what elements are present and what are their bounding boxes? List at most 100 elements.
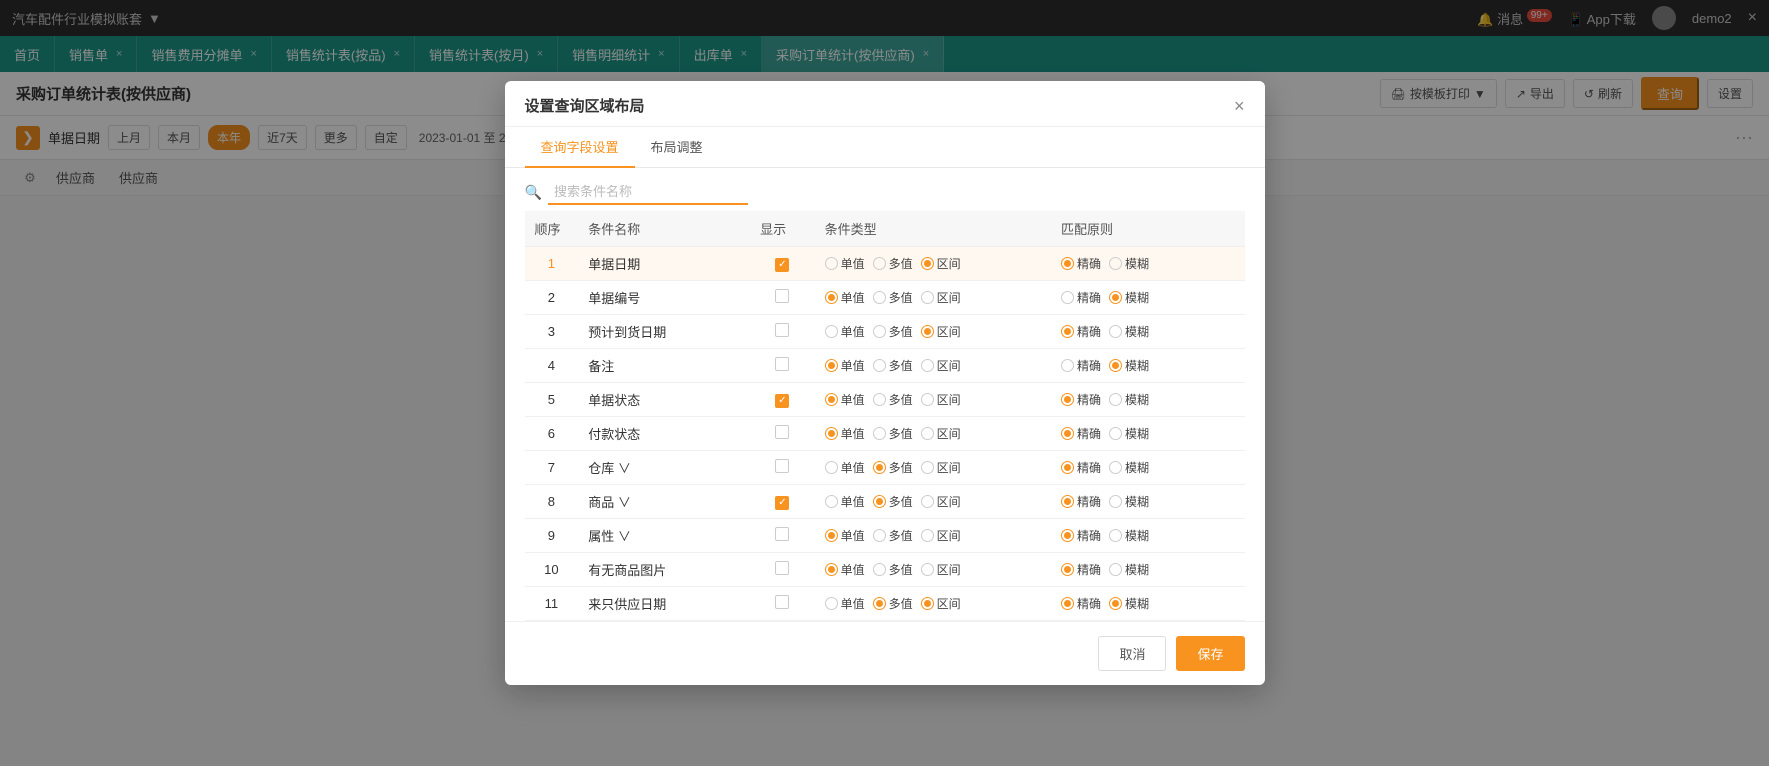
type-radio-range[interactable]: 区间 [921, 323, 961, 340]
modal-overlay[interactable]: 设置查询区域布局 × 查询字段设置 布局调整 🔍 顺序 条件名称 [0, 0, 1769, 766]
display-checkbox[interactable] [775, 425, 789, 439]
row-display-checkbox[interactable] [750, 281, 814, 315]
type-radio-range[interactable]: 区间 [921, 255, 961, 272]
row-order: 9 [525, 519, 579, 553]
search-conditions-input[interactable] [548, 180, 748, 205]
type-radio-multi[interactable]: 多值 [873, 561, 913, 578]
match-radio-exact[interactable]: 精确 [1061, 561, 1101, 578]
type-radio-multi[interactable]: 多值 [873, 493, 913, 510]
display-checkbox[interactable] [775, 459, 789, 473]
match-radio-circle-fuzzy [1109, 325, 1122, 338]
type-radio-single[interactable]: 单值 [825, 323, 865, 340]
type-radio-multi[interactable]: 多值 [873, 459, 913, 476]
type-radio-multi[interactable]: 多值 [873, 527, 913, 544]
match-radio-fuzzy[interactable]: 模糊 [1109, 255, 1149, 272]
display-checkbox[interactable]: ✓ [775, 496, 789, 510]
match-radio-fuzzy[interactable]: 模糊 [1109, 425, 1149, 442]
type-radio-multi[interactable]: 多值 [873, 323, 913, 340]
type-radio-circle-multi [873, 393, 886, 406]
display-checkbox[interactable] [775, 357, 789, 371]
row-display-checkbox[interactable] [750, 417, 814, 451]
match-radio-fuzzy[interactable]: 模糊 [1109, 289, 1149, 306]
cancel-button[interactable]: 取消 [1098, 636, 1166, 671]
type-radio-circle-multi [873, 563, 886, 576]
type-radio-range[interactable]: 区间 [921, 527, 961, 544]
type-radio-single[interactable]: 单值 [825, 289, 865, 306]
row-order: 10 [525, 553, 579, 587]
dialog-close-button[interactable]: × [1234, 97, 1245, 115]
row-display-checkbox[interactable]: ✓ [750, 485, 814, 519]
match-radio-exact[interactable]: 精确 [1061, 595, 1101, 612]
row-display-checkbox[interactable] [750, 315, 814, 349]
save-button[interactable]: 保存 [1176, 636, 1244, 671]
row-condition-name: 商品 ∨ [578, 485, 750, 519]
display-checkbox[interactable] [775, 323, 789, 337]
match-radio-fuzzy[interactable]: 模糊 [1109, 527, 1149, 544]
th-match: 匹配原则 [1051, 211, 1244, 247]
match-radio-exact[interactable]: 精确 [1061, 391, 1101, 408]
type-radio-single[interactable]: 单值 [825, 357, 865, 374]
type-radio-range[interactable]: 区间 [921, 391, 961, 408]
match-radio-exact[interactable]: 精确 [1061, 255, 1101, 272]
row-display-checkbox[interactable] [750, 451, 814, 485]
display-checkbox[interactable]: ✓ [775, 394, 789, 408]
display-checkbox[interactable] [775, 527, 789, 541]
type-radio-single[interactable]: 单值 [825, 493, 865, 510]
match-radio-circle-exact [1061, 393, 1074, 406]
type-radio-circle-range [921, 393, 934, 406]
dialog-tabs: 查询字段设置 布局调整 [505, 127, 1265, 168]
match-radio-exact[interactable]: 精确 [1061, 493, 1101, 510]
display-checkbox[interactable] [775, 595, 789, 609]
row-type-radio-group: 单值多值区间 [815, 587, 1051, 621]
match-radio-exact[interactable]: 精确 [1061, 527, 1101, 544]
type-radio-single[interactable]: 单值 [825, 459, 865, 476]
type-radio-single[interactable]: 单值 [825, 561, 865, 578]
type-radio-range[interactable]: 区间 [921, 459, 961, 476]
type-radio-multi[interactable]: 多值 [873, 391, 913, 408]
match-radio-fuzzy[interactable]: 模糊 [1109, 595, 1149, 612]
tab-query-fields[interactable]: 查询字段设置 [525, 127, 635, 168]
match-radio-fuzzy[interactable]: 模糊 [1109, 357, 1149, 374]
match-radio-fuzzy[interactable]: 模糊 [1109, 561, 1149, 578]
match-radio-exact[interactable]: 精确 [1061, 459, 1101, 476]
row-display-checkbox[interactable]: ✓ [750, 383, 814, 417]
type-radio-single[interactable]: 单值 [825, 425, 865, 442]
row-display-checkbox[interactable] [750, 519, 814, 553]
type-radio-single[interactable]: 单值 [825, 527, 865, 544]
match-radio-fuzzy[interactable]: 模糊 [1109, 323, 1149, 340]
type-radio-circle-single [825, 461, 838, 474]
type-radio-multi[interactable]: 多值 [873, 289, 913, 306]
row-display-checkbox[interactable] [750, 553, 814, 587]
settings-dialog: 设置查询区域布局 × 查询字段设置 布局调整 🔍 顺序 条件名称 [505, 81, 1265, 685]
type-radio-single[interactable]: 单值 [825, 595, 865, 612]
display-checkbox[interactable] [775, 289, 789, 303]
type-radio-single[interactable]: 单值 [825, 391, 865, 408]
type-radio-multi[interactable]: 多值 [873, 255, 913, 272]
type-radio-single[interactable]: 单值 [825, 255, 865, 272]
match-radio-exact[interactable]: 精确 [1061, 425, 1101, 442]
match-radio-fuzzy[interactable]: 模糊 [1109, 391, 1149, 408]
type-radio-multi[interactable]: 多值 [873, 425, 913, 442]
type-radio-range[interactable]: 区间 [921, 289, 961, 306]
match-radio-circle-fuzzy [1109, 597, 1122, 610]
match-radio-exact[interactable]: 精确 [1061, 357, 1101, 374]
type-radio-multi[interactable]: 多值 [873, 595, 913, 612]
display-checkbox[interactable]: ✓ [775, 258, 789, 272]
type-radio-range[interactable]: 区间 [921, 595, 961, 612]
tab-layout-adjust[interactable]: 布局调整 [635, 127, 719, 168]
row-display-checkbox[interactable] [750, 349, 814, 383]
type-radio-range[interactable]: 区间 [921, 425, 961, 442]
type-radio-circle-multi [873, 461, 886, 474]
row-display-checkbox[interactable]: ✓ [750, 247, 814, 281]
match-radio-circle-fuzzy [1109, 461, 1122, 474]
match-radio-exact[interactable]: 精确 [1061, 323, 1101, 340]
type-radio-multi[interactable]: 多值 [873, 357, 913, 374]
type-radio-range[interactable]: 区间 [921, 561, 961, 578]
display-checkbox[interactable] [775, 561, 789, 575]
type-radio-range[interactable]: 区间 [921, 357, 961, 374]
row-display-checkbox[interactable] [750, 587, 814, 621]
match-radio-fuzzy[interactable]: 模糊 [1109, 493, 1149, 510]
type-radio-range[interactable]: 区间 [921, 493, 961, 510]
match-radio-fuzzy[interactable]: 模糊 [1109, 459, 1149, 476]
match-radio-exact[interactable]: 精确 [1061, 289, 1101, 306]
